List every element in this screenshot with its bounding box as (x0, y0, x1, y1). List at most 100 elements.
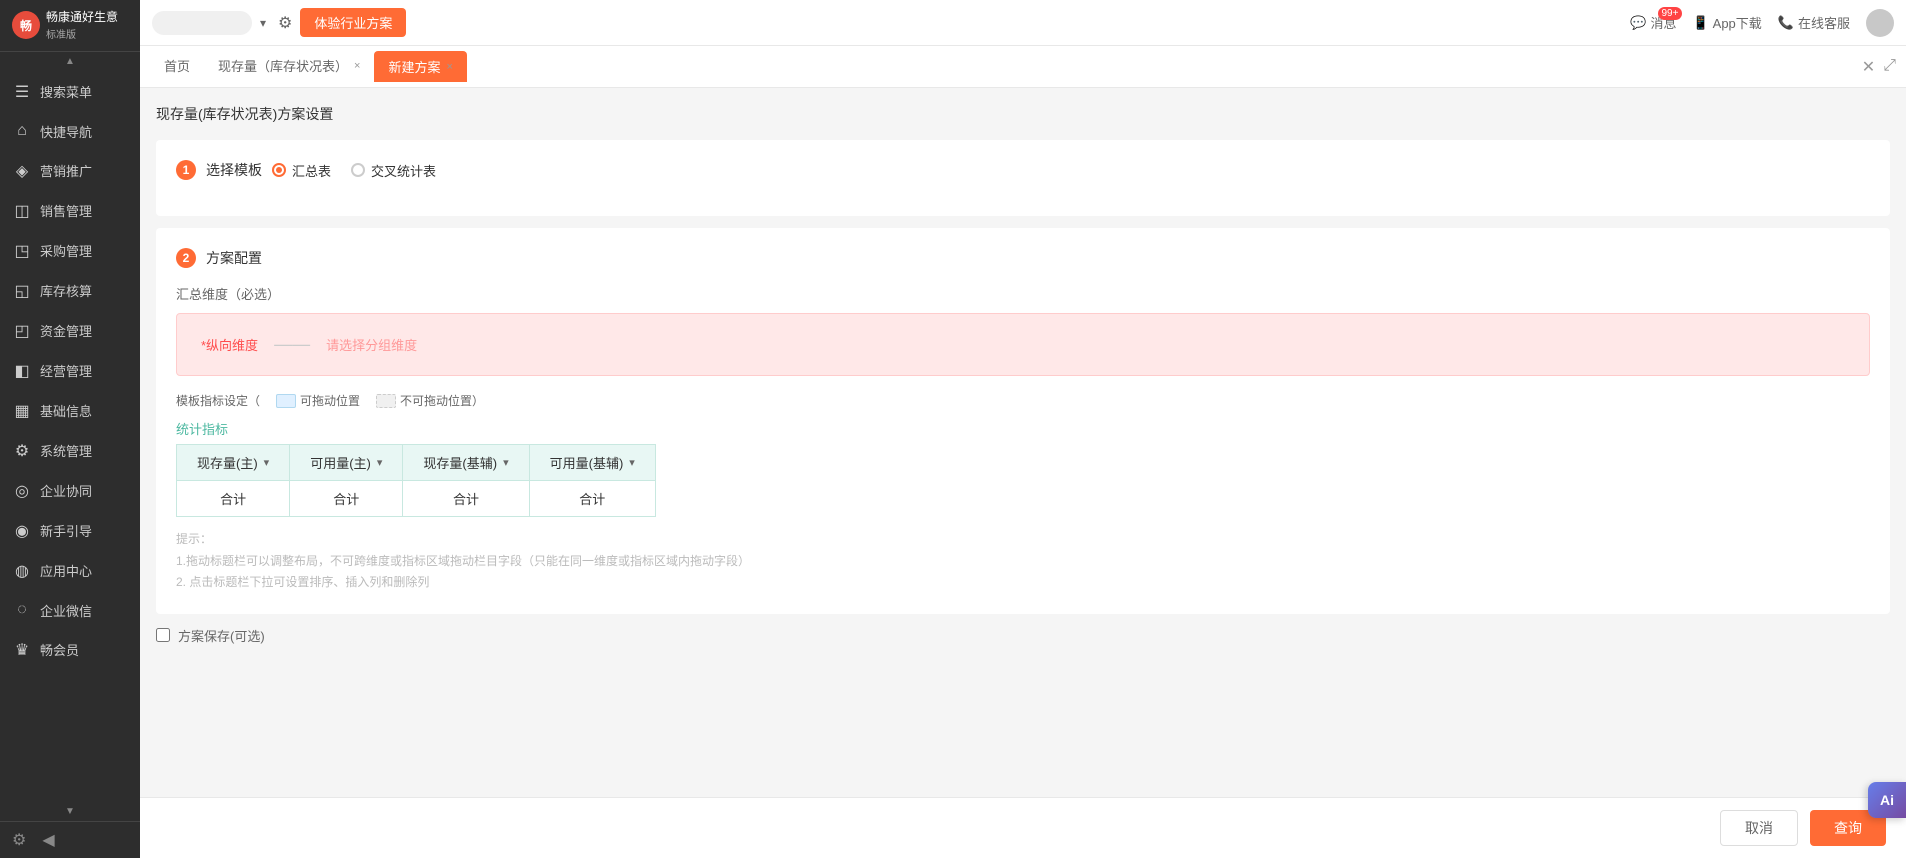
indicator-section: 模板指标设定（ 可拖动位置 不可拖动位置） 统计指标 (176, 392, 1870, 517)
save-label: 方案保存(可选) (178, 626, 265, 645)
tab-home[interactable]: 首页 (150, 46, 204, 87)
app-icon: 📱 (1692, 15, 1708, 31)
logo-icon: 畅 (12, 11, 40, 39)
table-row-sum: 合计 合计 合计 合计 (177, 481, 656, 517)
save-row: 方案保存(可选) (156, 626, 1890, 645)
message-badge: 99+ (1658, 7, 1683, 20)
col-chevron-2[interactable]: ▾ (503, 456, 509, 469)
sidebar-item-system[interactable]: ⚙ 系统管理 (0, 431, 140, 471)
fixed-box-icon (376, 394, 396, 408)
sidebar-item-enterprise[interactable]: ◎ 企业协同 (0, 471, 140, 511)
section1-num: 1 (176, 160, 196, 180)
industry-btn[interactable]: 体验行业方案 (300, 8, 406, 37)
sidebar-item-label: 库存核算 (40, 281, 92, 300)
section2-header: 2 方案配置 (176, 248, 1870, 268)
cart-icon: ◳ (12, 241, 32, 261)
sidebar-item-label: 系统管理 (40, 441, 92, 460)
radio-crosstab-label: 交叉统计表 (371, 161, 436, 180)
sidebar-item-management[interactable]: ◧ 经营管理 (0, 351, 140, 391)
indicator-label-row: 模板指标设定（ 可拖动位置 不可拖动位置） (176, 392, 1870, 409)
sidebar-item-label: 应用中心 (40, 561, 92, 580)
ai-fab-button[interactable]: Ai (1868, 782, 1906, 818)
sidebar-item-label: 资金管理 (40, 321, 92, 340)
sidebar-item-label: 畅会员 (40, 640, 79, 659)
col-chevron-3[interactable]: ▾ (629, 456, 635, 469)
radio-summary[interactable]: 汇总表 (272, 161, 331, 180)
tab-inventory-label: 现存量（库存状况表） (218, 56, 348, 75)
dimension-box[interactable]: *纵向维度 —— 请选择分组维度 (176, 313, 1870, 376)
col-header-3[interactable]: 可用量(基辅) ▾ (529, 445, 655, 481)
sidebar-item-label: 经营管理 (40, 361, 92, 380)
radio-crosstab[interactable]: 交叉统计表 (351, 161, 436, 180)
sidebar-item-finance[interactable]: ◰ 资金管理 (0, 311, 140, 351)
col-name-0: 现存量(主) (197, 453, 258, 472)
sidebar-item-member[interactable]: ♛ 畅会员 (0, 630, 140, 670)
online-service-btn[interactable]: 📞 在线客服 (1778, 13, 1850, 32)
save-checkbox[interactable] (156, 628, 170, 642)
tab-new-close[interactable]: × (446, 61, 452, 73)
cell-sum-0: 合计 (177, 481, 290, 517)
tabs-expand: ✕ ⤢ (1862, 57, 1896, 77)
tabs-bar: 首页 现存量（库存状况表） × 新建方案 × ✕ ⤢ (140, 46, 1906, 88)
grid-icon: ▦ (12, 401, 32, 421)
avatar[interactable] (1866, 9, 1894, 37)
col-name-2: 现存量(基辅) (423, 453, 497, 472)
tips-title: 提示： (176, 532, 212, 546)
service-label: 在线客服 (1798, 13, 1850, 32)
close-btn[interactable]: ✕ (1862, 57, 1875, 77)
sidebar-item-label: 新手引导 (40, 521, 92, 540)
sidebar-item-purchase[interactable]: ◳ 采购管理 (0, 231, 140, 271)
app-label: App下载 (1713, 13, 1762, 32)
fixed-label: 不可拖动位置） (400, 392, 484, 409)
sidebar-item-label: 企业微信 (40, 601, 92, 620)
sidebar: 畅 畅康通好生意 标准版 ▲ ☰ 搜索菜单 ⌂ 快捷导航 ◈ 营销推广 ◫ 销售… (0, 0, 140, 858)
tab-home-label: 首页 (164, 56, 190, 75)
sidebar-item-search[interactable]: ☰ 搜索菜单 (0, 72, 140, 112)
tab-inventory-close[interactable]: × (354, 60, 360, 72)
message-btn[interactable]: 💬 消息 99+ (1630, 13, 1676, 32)
col-chevron-0[interactable]: ▾ (264, 456, 270, 469)
sidebar-item-marketing[interactable]: ◈ 营销推广 (0, 151, 140, 191)
sidebar-item-appstore[interactable]: ◍ 应用中心 (0, 551, 140, 591)
sidebar-item-label: 销售管理 (40, 201, 92, 220)
topbar-search (152, 11, 252, 35)
expand-btn[interactable]: ⤢ (1883, 57, 1896, 77)
sidebar-item-guide[interactable]: ◉ 新手引导 (0, 511, 140, 551)
main-area: ▾ ⚙ 体验行业方案 💬 消息 99+ 📱 App下载 📞 在线客服 首页 (140, 0, 1906, 858)
sidebar-scroll-up[interactable]: ▲ (0, 52, 140, 72)
sidebar-scroll-down[interactable]: ▼ (0, 801, 140, 821)
sidebar-item-quicknav[interactable]: ⌂ 快捷导航 (0, 112, 140, 151)
sidebar-item-label: 搜索菜单 (40, 82, 92, 101)
settings-icon[interactable]: ⚙ (12, 830, 26, 850)
dimension-arrow: —— (274, 334, 310, 355)
sidebar-item-sales[interactable]: ◫ 销售管理 (0, 191, 140, 231)
handshake-icon: ◎ (12, 481, 32, 501)
radio-crosstab-circle (351, 163, 365, 177)
app-download-btn[interactable]: 📱 App下载 (1692, 13, 1761, 32)
radio-summary-circle (272, 163, 286, 177)
col-name-3: 可用量(基辅) (550, 453, 624, 472)
topbar-dropdown[interactable]: ▾ (260, 16, 266, 30)
sidebar-item-weixin[interactable]: ◌ 企业微信 (0, 591, 140, 630)
phone-icon: ◍ (12, 561, 32, 581)
col-header-1[interactable]: 可用量(主) ▾ (290, 445, 403, 481)
dimension-required: *纵向维度 (201, 335, 258, 354)
gear-icon: ⚙ (12, 441, 32, 461)
col-header-2[interactable]: 现存量(基辅) ▾ (403, 445, 529, 481)
tip-2: 2. 点击标题栏下拉可设置排序、插入列和删除列 (176, 572, 1870, 594)
section2-panel: 2 方案配置 汇总维度（必选） *纵向维度 —— 请选择分组维度 模板指标设定（… (156, 228, 1890, 614)
cancel-button[interactable]: 取消 (1720, 810, 1798, 846)
sidebar-item-basicinfo[interactable]: ▦ 基础信息 (0, 391, 140, 431)
page-title: 现存量(库存状况表)方案设置 (156, 104, 1890, 124)
tab-new-plan[interactable]: 新建方案 × (374, 51, 466, 82)
collapse-icon[interactable]: ◀ (42, 830, 54, 850)
tab-inventory[interactable]: 现存量（库存状况表） × (204, 46, 374, 87)
section2-num: 2 (176, 248, 196, 268)
money-icon: ◰ (12, 321, 32, 341)
service-icon: 📞 (1778, 15, 1794, 31)
clipboard-icon: ◧ (12, 361, 32, 381)
topbar-gear-icon[interactable]: ⚙ (278, 13, 292, 33)
col-chevron-1[interactable]: ▾ (377, 456, 383, 469)
sidebar-item-inventory[interactable]: ◱ 库存核算 (0, 271, 140, 311)
col-header-0[interactable]: 现存量(主) ▾ (177, 445, 290, 481)
